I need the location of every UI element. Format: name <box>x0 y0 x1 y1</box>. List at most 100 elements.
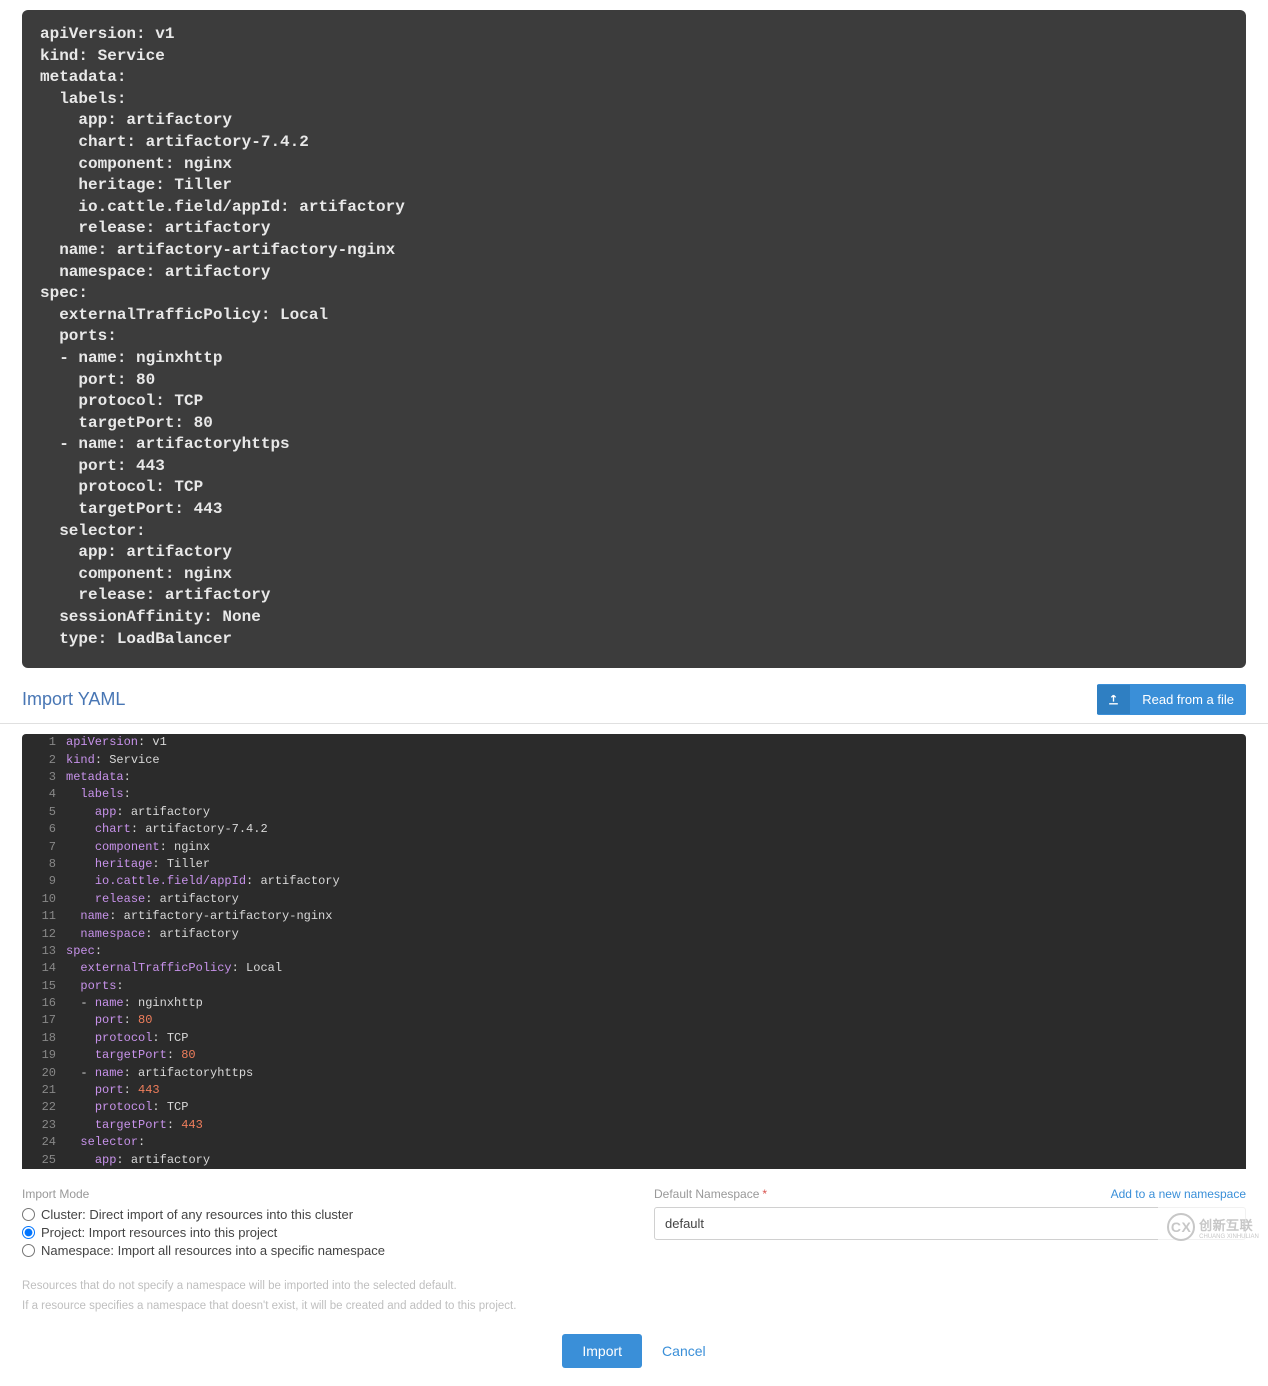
code-content[interactable]: targetPort: 80 <box>66 1047 196 1064</box>
cancel-button[interactable]: Cancel <box>662 1343 706 1359</box>
import-mode-label-text: Cluster: Direct import of any resources … <box>41 1207 353 1222</box>
editor-line[interactable]: 21 port: 443 <box>22 1082 1246 1099</box>
line-number: 4 <box>22 786 66 803</box>
code-content[interactable]: metadata: <box>66 769 131 786</box>
section-title: Import YAML <box>22 689 125 710</box>
line-number: 17 <box>22 1012 66 1029</box>
code-content[interactable]: ports: <box>66 978 124 995</box>
code-content[interactable]: - name: artifactoryhttps <box>66 1065 253 1082</box>
line-number: 14 <box>22 960 66 977</box>
import-yaml-header: Import YAML Read from a file <box>0 674 1268 724</box>
import-mode-label: Import Mode <box>22 1187 614 1201</box>
line-number: 13 <box>22 943 66 960</box>
code-content[interactable]: port: 80 <box>66 1012 152 1029</box>
editor-line[interactable]: 12 namespace: artifactory <box>22 926 1246 943</box>
code-content[interactable]: heritage: Tiller <box>66 856 210 873</box>
line-number: 24 <box>22 1134 66 1151</box>
line-number: 9 <box>22 873 66 890</box>
editor-line[interactable]: 15 ports: <box>22 978 1246 995</box>
code-content[interactable]: app: artifactory <box>66 1152 210 1169</box>
editor-line[interactable]: 14 externalTrafficPolicy: Local <box>22 960 1246 977</box>
action-buttons: Import Cancel <box>0 1322 1268 1386</box>
editor-line[interactable]: 3metadata: <box>22 769 1246 786</box>
line-number: 5 <box>22 804 66 821</box>
code-content[interactable]: name: artifactory-artifactory-nginx <box>66 908 332 925</box>
import-mode-radio-namespace[interactable] <box>22 1244 35 1257</box>
editor-line[interactable]: 23 targetPort: 443 <box>22 1117 1246 1134</box>
read-from-file-label: Read from a file <box>1140 684 1246 715</box>
read-from-file-button[interactable]: Read from a file <box>1097 684 1246 715</box>
code-content[interactable]: protocol: TCP <box>66 1099 188 1116</box>
line-number: 15 <box>22 978 66 995</box>
import-button[interactable]: Import <box>562 1334 642 1368</box>
line-number: 16 <box>22 995 66 1012</box>
import-mode-option-project[interactable]: Project: Import resources into this proj… <box>22 1225 614 1240</box>
editor-line[interactable]: 4 labels: <box>22 786 1246 803</box>
editor-line[interactable]: 5 app: artifactory <box>22 804 1246 821</box>
line-number: 11 <box>22 908 66 925</box>
editor-line[interactable]: 11 name: artifactory-artifactory-nginx <box>22 908 1246 925</box>
editor-line[interactable]: 1apiVersion: v1 <box>22 734 1246 751</box>
code-content[interactable]: io.cattle.field/appId: artifactory <box>66 873 340 890</box>
line-number: 19 <box>22 1047 66 1064</box>
code-content[interactable]: chart: artifactory-7.4.2 <box>66 821 268 838</box>
code-content[interactable]: selector: <box>66 1134 145 1151</box>
line-number: 1 <box>22 734 66 751</box>
editor-line[interactable]: 22 protocol: TCP <box>22 1099 1246 1116</box>
line-number: 8 <box>22 856 66 873</box>
editor-line[interactable]: 13spec: <box>22 943 1246 960</box>
code-content[interactable]: kind: Service <box>66 752 160 769</box>
line-number: 21 <box>22 1082 66 1099</box>
editor-line[interactable]: 10 release: artifactory <box>22 891 1246 908</box>
editor-line[interactable]: 16 - name: nginxhttp <box>22 995 1246 1012</box>
editor-line[interactable]: 6 chart: artifactory-7.4.2 <box>22 821 1246 838</box>
code-content[interactable]: targetPort: 443 <box>66 1117 203 1134</box>
code-content[interactable]: apiVersion: v1 <box>66 734 167 751</box>
code-content[interactable]: app: artifactory <box>66 804 210 821</box>
editor-line[interactable]: 2kind: Service <box>22 752 1246 769</box>
line-number: 7 <box>22 839 66 856</box>
code-content[interactable]: protocol: TCP <box>66 1030 188 1047</box>
hint-line: Resources that do not specify a namespac… <box>22 1277 1246 1297</box>
editor-line[interactable]: 19 targetPort: 80 <box>22 1047 1246 1064</box>
code-content[interactable]: release: artifactory <box>66 891 239 908</box>
watermark-icon: CX <box>1167 1213 1195 1241</box>
line-number: 25 <box>22 1152 66 1169</box>
import-mode-radio-cluster[interactable] <box>22 1208 35 1221</box>
import-mode-option-cluster[interactable]: Cluster: Direct import of any resources … <box>22 1207 614 1222</box>
watermark-text: 创新互联 CHUANG XINHULIAN <box>1199 1215 1259 1240</box>
code-content[interactable]: labels: <box>66 786 131 803</box>
upload-icon <box>1097 685 1130 714</box>
code-content[interactable]: namespace: artifactory <box>66 926 239 943</box>
code-content[interactable]: component: nginx <box>66 839 210 856</box>
line-number: 23 <box>22 1117 66 1134</box>
line-number: 3 <box>22 769 66 786</box>
line-number: 6 <box>22 821 66 838</box>
editor-line[interactable]: 8 heritage: Tiller <box>22 856 1246 873</box>
editor-line[interactable]: 20 - name: artifactoryhttps <box>22 1065 1246 1082</box>
namespace-label: Default Namespace* <box>654 1187 767 1201</box>
hint-line: If a resource specifies a namespace that… <box>22 1297 1246 1317</box>
editor-line[interactable]: 24 selector: <box>22 1134 1246 1151</box>
line-number: 10 <box>22 891 66 908</box>
code-content[interactable]: port: 443 <box>66 1082 160 1099</box>
import-hints: Resources that do not specify a namespac… <box>0 1265 1268 1322</box>
import-mode-option-namespace[interactable]: Namespace: Import all resources into a s… <box>22 1243 614 1258</box>
editor-line[interactable]: 7 component: nginx <box>22 839 1246 856</box>
code-content[interactable]: externalTrafficPolicy: Local <box>66 960 282 977</box>
watermark-logo: CX 创新互联 CHUANG XINHULIAN <box>1158 1204 1268 1250</box>
namespace-selected-value: default <box>665 1216 704 1231</box>
editor-line[interactable]: 18 protocol: TCP <box>22 1030 1246 1047</box>
code-content[interactable]: spec: <box>66 943 102 960</box>
code-content[interactable]: - name: nginxhttp <box>66 995 203 1012</box>
yaml-editor[interactable]: 1apiVersion: v12kind: Service3metadata:4… <box>22 734 1246 1169</box>
line-number: 12 <box>22 926 66 943</box>
editor-line[interactable]: 17 port: 80 <box>22 1012 1246 1029</box>
import-mode-radio-project[interactable] <box>22 1226 35 1239</box>
import-mode-label-text: Project: Import resources into this proj… <box>41 1225 277 1240</box>
editor-line[interactable]: 25 app: artifactory <box>22 1152 1246 1169</box>
add-namespace-link[interactable]: Add to a new namespace <box>1111 1187 1246 1201</box>
line-number: 18 <box>22 1030 66 1047</box>
line-number: 2 <box>22 752 66 769</box>
editor-line[interactable]: 9 io.cattle.field/appId: artifactory <box>22 873 1246 890</box>
